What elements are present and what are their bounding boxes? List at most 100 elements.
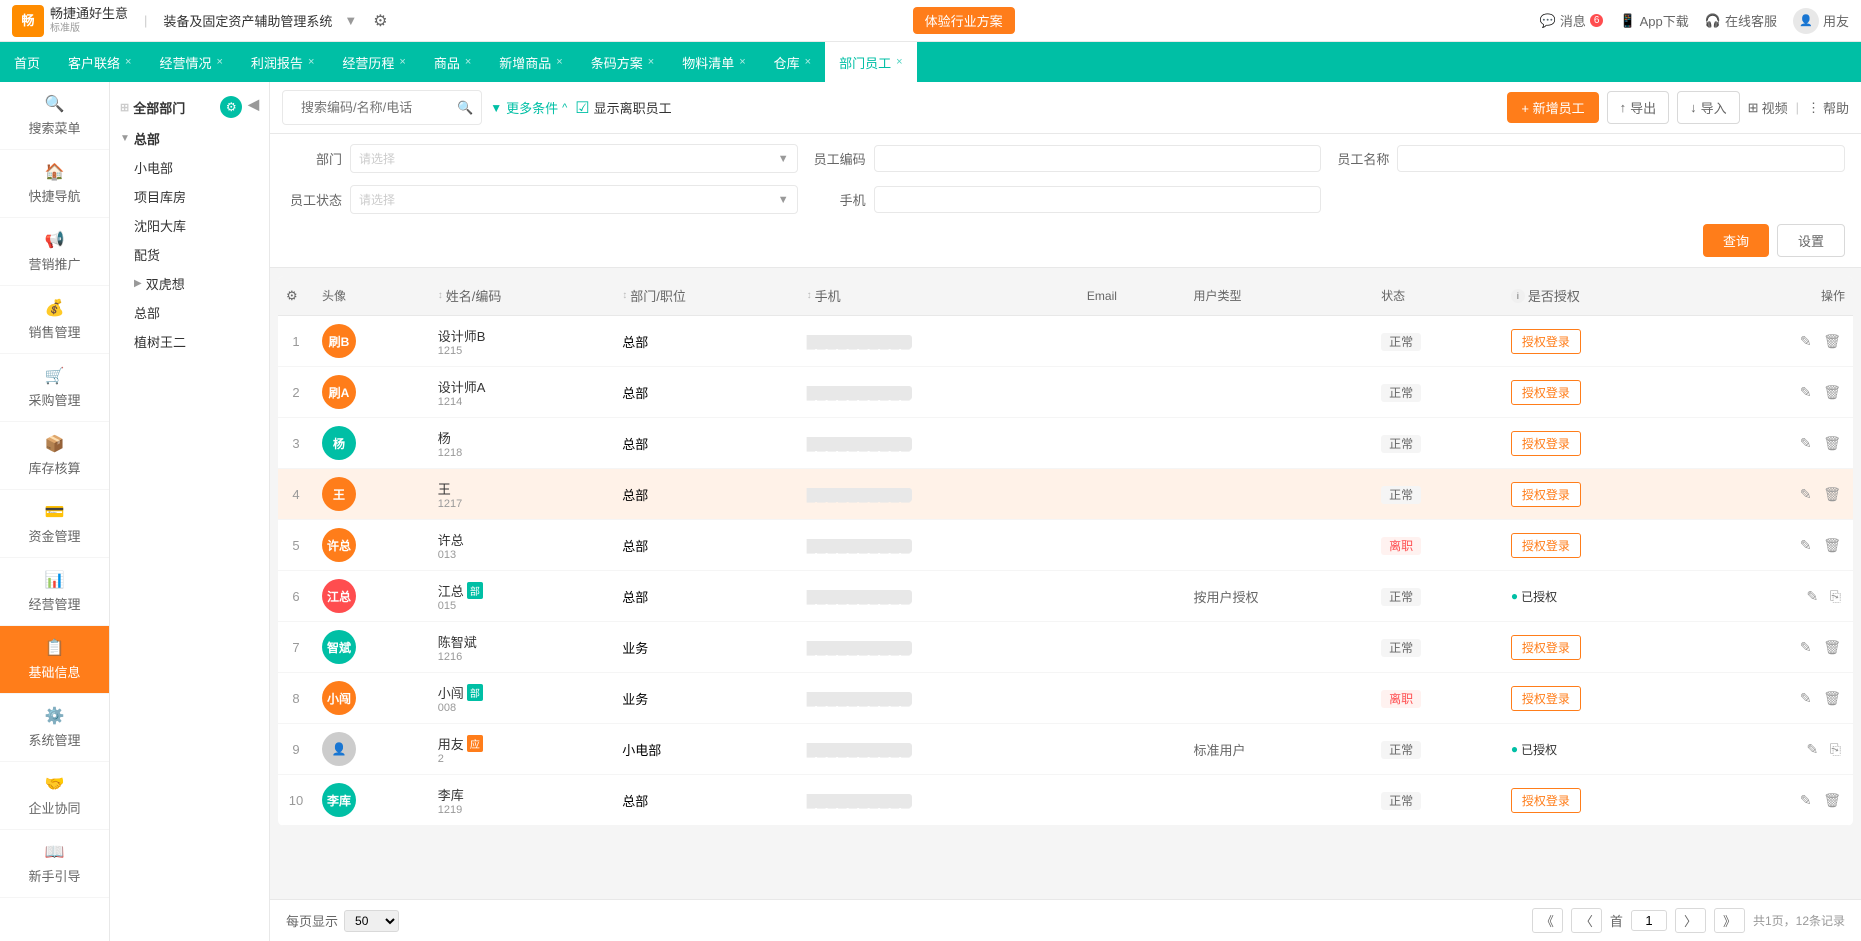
nav-item-warehouse[interactable]: 仓库× — [760, 42, 825, 82]
close-icon[interactable]: × — [125, 56, 131, 68]
show-resign-checkbox[interactable]: ☑ 显示离职员工 — [575, 98, 671, 118]
nav-item-bom[interactable]: 物料清单× — [668, 42, 759, 82]
prev-page-btn[interactable]: 〈 — [1571, 908, 1602, 933]
sidebar-item-marketing[interactable]: 📢 营销推广 — [0, 218, 109, 286]
delete-btn[interactable]: 🗑 — [1819, 688, 1845, 709]
auth-login-btn[interactable]: 授权登录 — [1511, 635, 1581, 660]
sidebar-item-basic[interactable]: 📋 基础信息 — [0, 626, 109, 694]
auth-login-btn[interactable]: 授权登录 — [1511, 686, 1581, 711]
nav-item-customer[interactable]: 客户联络× — [54, 42, 145, 82]
nav-item-operation[interactable]: 经营情况× — [145, 42, 236, 82]
phone-input[interactable] — [874, 186, 1322, 213]
col-phone[interactable]: ↕手机 — [799, 276, 1079, 316]
close-icon[interactable]: × — [805, 56, 811, 68]
delete-btn[interactable]: 🗑 — [1819, 382, 1845, 403]
nav-item-goods[interactable]: 商品× — [420, 42, 485, 82]
online-service-btn[interactable]: 🎧 在线客服 — [1705, 11, 1777, 30]
new-employee-btn[interactable]: + 新增员工 — [1507, 92, 1598, 123]
auth-login-btn[interactable]: 授权登录 — [1511, 533, 1581, 558]
nav-item-new-goods[interactable]: 新增商品× — [485, 42, 576, 82]
user-btn[interactable]: 👤 用友 — [1793, 8, 1849, 34]
import-btn[interactable]: ↓ 导入 — [1677, 91, 1740, 124]
col-name-code[interactable]: ↕姓名/编码 — [430, 276, 614, 316]
export-btn[interactable]: ↑ 导出 — [1607, 91, 1670, 124]
sidebar-item-collab[interactable]: 🤝 企业协同 — [0, 762, 109, 830]
message-btn[interactable]: 💬 消息 6 — [1540, 11, 1604, 30]
edit-btn[interactable]: ✎ — [1796, 535, 1816, 556]
sidebar-item-system[interactable]: ⚙️ 系统管理 — [0, 694, 109, 762]
edit-btn[interactable]: ✎ — [1796, 484, 1816, 505]
dept-node-4[interactable]: 配货 — [110, 240, 269, 269]
edit-btn[interactable]: ✎ — [1796, 790, 1816, 811]
view-btn[interactable]: ⊞ 视频 — [1748, 98, 1788, 117]
dept-node-6[interactable]: 总部 — [110, 298, 269, 327]
auth-login-btn[interactable]: 授权登录 — [1511, 329, 1581, 354]
close-icon[interactable]: × — [399, 56, 405, 68]
edit-btn[interactable]: ✎ — [1796, 331, 1816, 352]
auth-login-btn[interactable]: 授权登录 — [1511, 431, 1581, 456]
page-number-input[interactable] — [1631, 910, 1667, 931]
close-icon[interactable]: × — [739, 56, 745, 68]
nav-item-barcode[interactable]: 条码方案× — [577, 42, 668, 82]
sidebar-item-search[interactable]: 🔍 搜索菜单 — [0, 82, 109, 150]
search-input[interactable] — [291, 95, 451, 120]
dept-node-3[interactable]: 沈阳大库 — [110, 211, 269, 240]
auth-login-btn[interactable]: 授权登录 — [1511, 482, 1581, 507]
settings-icon[interactable]: ⚙ — [373, 11, 387, 31]
copy-btn[interactable]: ⎘ — [1826, 586, 1845, 607]
copy-btn[interactable]: ⎘ — [1826, 739, 1845, 760]
col-settings[interactable]: ⚙ — [278, 276, 314, 316]
nav-item-home[interactable]: 首页 — [0, 42, 54, 82]
help-btn[interactable]: ⋮ 帮助 — [1807, 98, 1849, 117]
last-page-btn[interactable]: 》 — [1714, 908, 1745, 933]
dept-settings-btn[interactable]: ⚙ — [220, 96, 242, 118]
sidebar-item-business[interactable]: 📊 经营管理 — [0, 558, 109, 626]
emp-code-input[interactable] — [874, 145, 1322, 172]
delete-btn[interactable]: 🗑 — [1819, 535, 1845, 556]
next-page-btn[interactable]: 〉 — [1675, 908, 1706, 933]
edit-btn[interactable]: ✎ — [1796, 688, 1816, 709]
close-icon[interactable]: × — [465, 56, 471, 68]
auth-login-btn[interactable]: 授权登录 — [1511, 380, 1581, 405]
status-dropdown[interactable]: 请选择 ▼ — [350, 185, 798, 214]
more-filter-btn[interactable]: ▼ 更多条件 ^ — [490, 98, 567, 117]
page-size-select[interactable]: 50 100 — [344, 910, 399, 932]
auth-login-btn[interactable]: 授权登录 — [1511, 788, 1581, 813]
dept-node-5[interactable]: ▶ 双虎想 — [110, 269, 269, 298]
sidebar-item-sales[interactable]: 💰 销售管理 — [0, 286, 109, 354]
close-icon[interactable]: × — [648, 56, 654, 68]
sidebar-item-purchase[interactable]: 🛒 采购管理 — [0, 354, 109, 422]
close-icon[interactable]: × — [308, 56, 314, 68]
edit-btn[interactable]: ✎ — [1802, 739, 1822, 760]
col-dept[interactable]: ↕部门/职位 — [614, 276, 798, 316]
emp-name-input[interactable] — [1397, 145, 1845, 172]
dept-node-0[interactable]: ▼ 总部 — [110, 124, 269, 153]
delete-btn[interactable]: 🗑 — [1819, 433, 1845, 454]
first-page-btn[interactable]: 《 — [1532, 908, 1563, 933]
delete-btn[interactable]: 🗑 — [1819, 790, 1845, 811]
query-btn[interactable]: 查询 — [1703, 224, 1769, 257]
dept-dropdown[interactable]: 请选择 ▼ — [350, 144, 798, 173]
collapse-icon[interactable]: ◀ — [248, 96, 259, 118]
nav-item-history[interactable]: 经营历程× — [328, 42, 419, 82]
edit-btn[interactable]: ✎ — [1796, 433, 1816, 454]
sidebar-item-guide[interactable]: 📖 新手引导 — [0, 830, 109, 898]
system-dropdown-icon[interactable]: ▼ — [344, 13, 357, 28]
close-icon[interactable]: × — [216, 56, 222, 68]
sidebar-item-finance[interactable]: 💳 资金管理 — [0, 490, 109, 558]
sidebar-item-inventory[interactable]: 📦 库存核算 — [0, 422, 109, 490]
delete-btn[interactable]: 🗑 — [1819, 484, 1845, 505]
edit-btn[interactable]: ✎ — [1802, 586, 1822, 607]
delete-btn[interactable]: 🗑 — [1819, 331, 1845, 352]
dept-node-1[interactable]: 小电部 — [110, 153, 269, 182]
edit-btn[interactable]: ✎ — [1796, 637, 1816, 658]
nav-item-dept-staff[interactable]: 部门员工× — [825, 42, 916, 82]
nav-item-profit[interactable]: 利润报告× — [237, 42, 328, 82]
setting-btn[interactable]: 设置 — [1777, 224, 1845, 257]
dept-node-7[interactable]: 植树王二 — [110, 327, 269, 356]
sidebar-item-shortcut[interactable]: 🏠 快捷导航 — [0, 150, 109, 218]
close-icon[interactable]: × — [896, 56, 902, 68]
trial-button[interactable]: 体验行业方案 — [913, 7, 1015, 34]
delete-btn[interactable]: 🗑 — [1819, 637, 1845, 658]
edit-btn[interactable]: ✎ — [1796, 382, 1816, 403]
